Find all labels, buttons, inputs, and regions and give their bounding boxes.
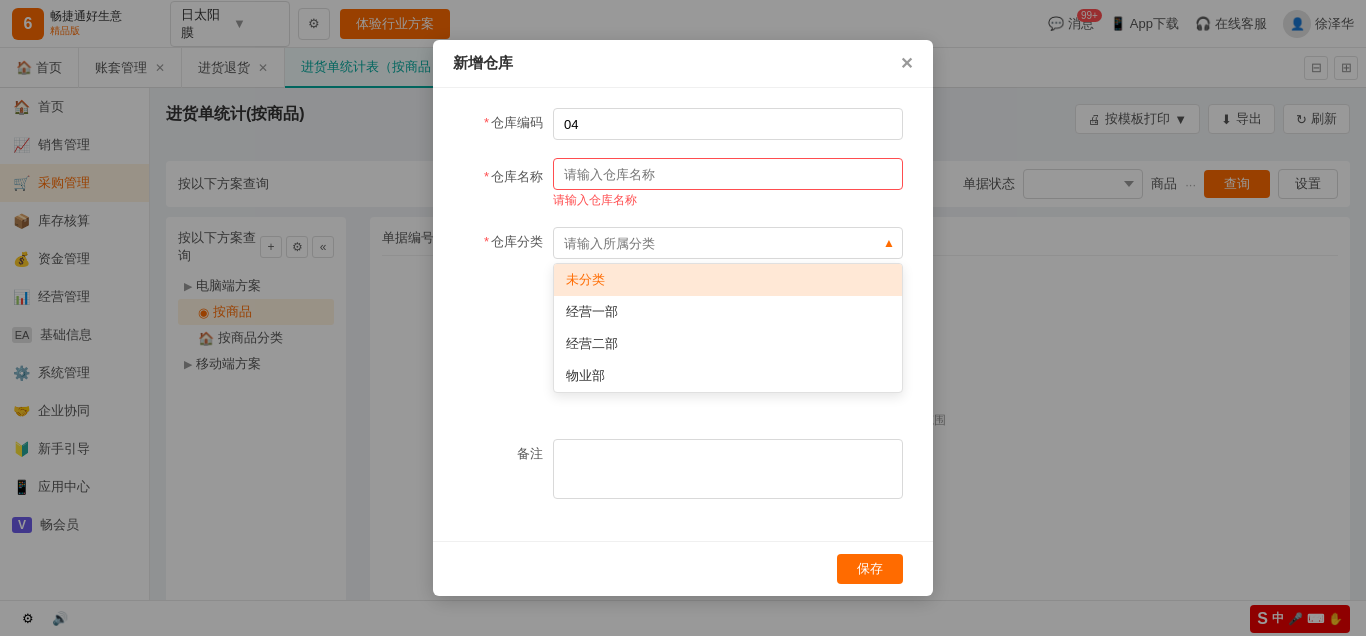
required-star: * — [484, 115, 489, 130]
name-error-msg: 请输入仓库名称 — [553, 192, 993, 209]
dropdown-item-1[interactable]: 经营一部 — [554, 296, 902, 328]
dropdown-item-3[interactable]: 物业部 — [554, 360, 902, 392]
modal-header: 新增仓库 ✕ — [433, 40, 933, 88]
name-label: *仓库名称 — [463, 162, 543, 186]
form-row-category: *仓库分类 ▲ 未分类 经营一部 经营二部 物业部 — [463, 227, 903, 259]
modal-title: 新增仓库 — [453, 54, 513, 73]
category-input-wrap: ▲ 未分类 经营一部 经营二部 物业部 — [553, 227, 903, 259]
name-input[interactable] — [553, 158, 903, 190]
modal-close-button[interactable]: ✕ — [900, 56, 913, 72]
category-input[interactable] — [553, 227, 903, 259]
modal-overlay: 新增仓库 ✕ *仓库编码 *仓库名称 请输入仓库名称 — [0, 0, 1366, 636]
category-label: *仓库分类 — [463, 227, 543, 251]
note-label: 备注 — [463, 439, 543, 463]
save-button[interactable]: 保存 — [837, 554, 903, 584]
category-dropdown: 未分类 经营一部 经营二部 物业部 — [553, 263, 903, 393]
form-row-code: *仓库编码 — [463, 108, 903, 140]
dropdown-item-0[interactable]: 未分类 — [554, 264, 902, 296]
modal-add-warehouse: 新增仓库 ✕ *仓库编码 *仓库名称 请输入仓库名称 — [433, 40, 933, 596]
form-row-name: *仓库名称 请输入仓库名称 — [463, 158, 903, 209]
code-input[interactable] — [553, 108, 903, 140]
code-label: *仓库编码 — [463, 108, 543, 132]
modal-footer: 保存 — [433, 541, 933, 596]
dropdown-item-2[interactable]: 经营二部 — [554, 328, 902, 360]
form-row-note: 备注 — [463, 439, 903, 499]
category-arrow-icon[interactable]: ▲ — [883, 236, 895, 250]
note-textarea[interactable] — [553, 439, 903, 499]
required-star2: * — [484, 169, 489, 184]
required-star3: * — [484, 234, 489, 249]
modal-body: *仓库编码 *仓库名称 请输入仓库名称 *仓库分类 — [433, 88, 933, 541]
